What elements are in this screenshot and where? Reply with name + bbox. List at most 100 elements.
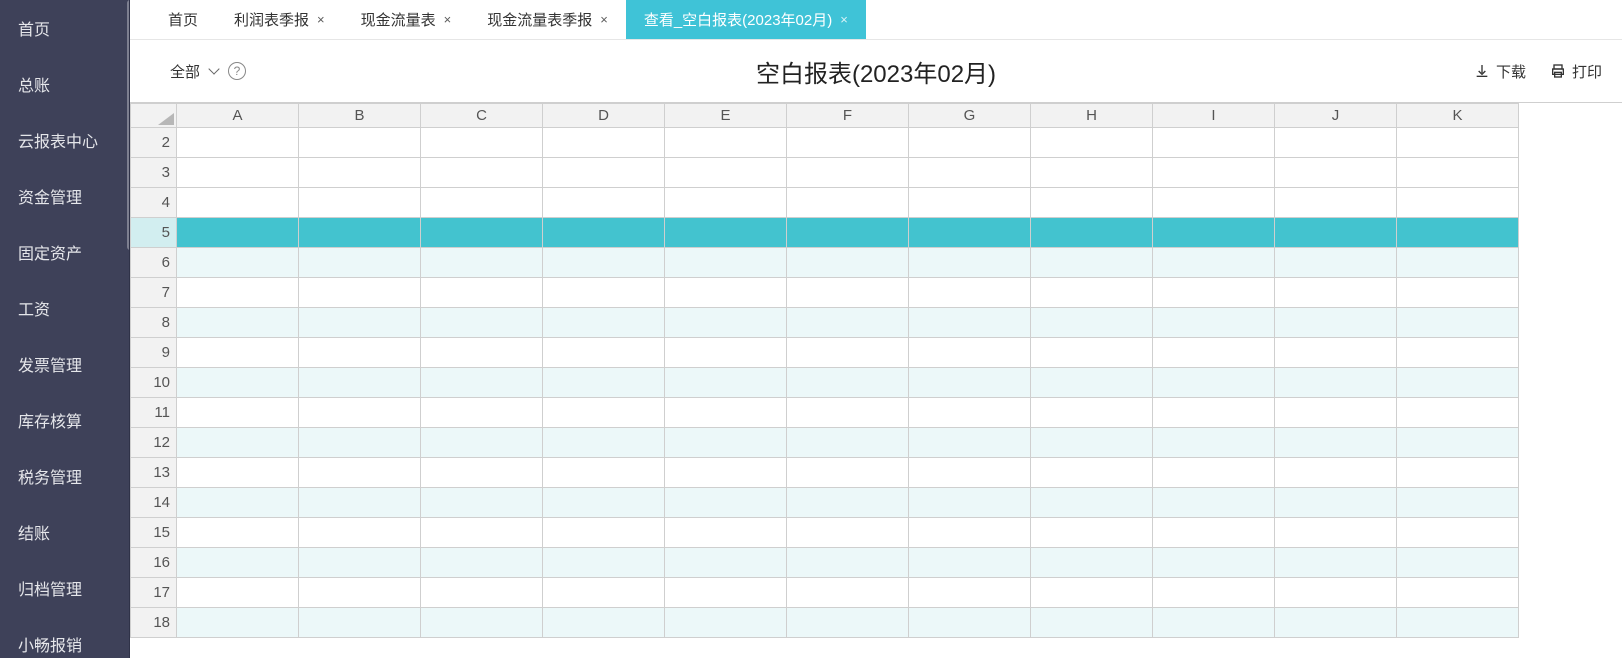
column-header-H[interactable]: H <box>1031 104 1153 128</box>
cell-D9[interactable] <box>543 338 665 368</box>
cell-H17[interactable] <box>1031 578 1153 608</box>
cell-A3[interactable] <box>177 158 299 188</box>
cell-C9[interactable] <box>421 338 543 368</box>
cell-J6[interactable] <box>1275 248 1397 278</box>
cell-J8[interactable] <box>1275 308 1397 338</box>
cell-C16[interactable] <box>421 548 543 578</box>
cell-K16[interactable] <box>1397 548 1519 578</box>
cell-C2[interactable] <box>421 128 543 158</box>
cell-F16[interactable] <box>787 548 909 578</box>
cell-B13[interactable] <box>299 458 421 488</box>
cell-G18[interactable] <box>909 608 1031 638</box>
cell-B6[interactable] <box>299 248 421 278</box>
sidebar-item-0[interactable]: 首页 <box>0 0 129 56</box>
cell-K11[interactable] <box>1397 398 1519 428</box>
column-header-A[interactable]: A <box>177 104 299 128</box>
column-header-C[interactable]: C <box>421 104 543 128</box>
cell-J7[interactable] <box>1275 278 1397 308</box>
cell-E8[interactable] <box>665 308 787 338</box>
cell-D18[interactable] <box>543 608 665 638</box>
cell-H3[interactable] <box>1031 158 1153 188</box>
cell-K15[interactable] <box>1397 518 1519 548</box>
cell-B7[interactable] <box>299 278 421 308</box>
sidebar-item-1[interactable]: 总账 <box>0 56 129 112</box>
row-header-17[interactable]: 17 <box>131 578 177 608</box>
cell-C17[interactable] <box>421 578 543 608</box>
row-header-11[interactable]: 11 <box>131 398 177 428</box>
cell-A12[interactable] <box>177 428 299 458</box>
cell-I11[interactable] <box>1153 398 1275 428</box>
column-header-D[interactable]: D <box>543 104 665 128</box>
cell-C8[interactable] <box>421 308 543 338</box>
cell-E9[interactable] <box>665 338 787 368</box>
cell-K7[interactable] <box>1397 278 1519 308</box>
column-header-G[interactable]: G <box>909 104 1031 128</box>
cell-D16[interactable] <box>543 548 665 578</box>
sidebar-item-4[interactable]: 固定资产 <box>0 224 129 280</box>
cell-I18[interactable] <box>1153 608 1275 638</box>
cell-C14[interactable] <box>421 488 543 518</box>
sidebar-item-5[interactable]: 工资 <box>0 280 129 336</box>
cell-H18[interactable] <box>1031 608 1153 638</box>
cell-K14[interactable] <box>1397 488 1519 518</box>
cell-D11[interactable] <box>543 398 665 428</box>
cell-I10[interactable] <box>1153 368 1275 398</box>
row-header-12[interactable]: 12 <box>131 428 177 458</box>
cell-A7[interactable] <box>177 278 299 308</box>
row-header-13[interactable]: 13 <box>131 458 177 488</box>
row-header-9[interactable]: 9 <box>131 338 177 368</box>
cell-F7[interactable] <box>787 278 909 308</box>
cell-J16[interactable] <box>1275 548 1397 578</box>
cell-F13[interactable] <box>787 458 909 488</box>
cell-A16[interactable] <box>177 548 299 578</box>
row-header-10[interactable]: 10 <box>131 368 177 398</box>
cell-A17[interactable] <box>177 578 299 608</box>
download-button[interactable]: 下载 <box>1474 61 1526 82</box>
row-header-3[interactable]: 3 <box>131 158 177 188</box>
cell-E10[interactable] <box>665 368 787 398</box>
cell-C4[interactable] <box>421 188 543 218</box>
cell-D8[interactable] <box>543 308 665 338</box>
cell-J10[interactable] <box>1275 368 1397 398</box>
cell-I3[interactable] <box>1153 158 1275 188</box>
cell-I17[interactable] <box>1153 578 1275 608</box>
cell-J12[interactable] <box>1275 428 1397 458</box>
cell-A9[interactable] <box>177 338 299 368</box>
cell-A6[interactable] <box>177 248 299 278</box>
cell-D3[interactable] <box>543 158 665 188</box>
column-header-E[interactable]: E <box>665 104 787 128</box>
cell-K12[interactable] <box>1397 428 1519 458</box>
cell-F15[interactable] <box>787 518 909 548</box>
row-header-14[interactable]: 14 <box>131 488 177 518</box>
cell-H9[interactable] <box>1031 338 1153 368</box>
row-header-15[interactable]: 15 <box>131 518 177 548</box>
cell-G9[interactable] <box>909 338 1031 368</box>
close-icon[interactable]: × <box>600 12 608 27</box>
cell-K4[interactable] <box>1397 188 1519 218</box>
cell-C13[interactable] <box>421 458 543 488</box>
cell-I14[interactable] <box>1153 488 1275 518</box>
cell-E5[interactable] <box>665 218 787 248</box>
cell-H7[interactable] <box>1031 278 1153 308</box>
cell-H16[interactable] <box>1031 548 1153 578</box>
cell-E4[interactable] <box>665 188 787 218</box>
cell-A13[interactable] <box>177 458 299 488</box>
cell-C3[interactable] <box>421 158 543 188</box>
cell-K3[interactable] <box>1397 158 1519 188</box>
cell-D15[interactable] <box>543 518 665 548</box>
cell-F12[interactable] <box>787 428 909 458</box>
cell-H15[interactable] <box>1031 518 1153 548</box>
cell-G16[interactable] <box>909 548 1031 578</box>
cell-E6[interactable] <box>665 248 787 278</box>
cell-G14[interactable] <box>909 488 1031 518</box>
cell-H5[interactable] <box>1031 218 1153 248</box>
cell-F18[interactable] <box>787 608 909 638</box>
cell-K8[interactable] <box>1397 308 1519 338</box>
tab-3[interactable]: 现金流量表季报× <box>469 0 626 39</box>
column-header-F[interactable]: F <box>787 104 909 128</box>
cell-B12[interactable] <box>299 428 421 458</box>
cell-H13[interactable] <box>1031 458 1153 488</box>
cell-G10[interactable] <box>909 368 1031 398</box>
tab-1[interactable]: 利润表季报× <box>216 0 343 39</box>
cell-J17[interactable] <box>1275 578 1397 608</box>
